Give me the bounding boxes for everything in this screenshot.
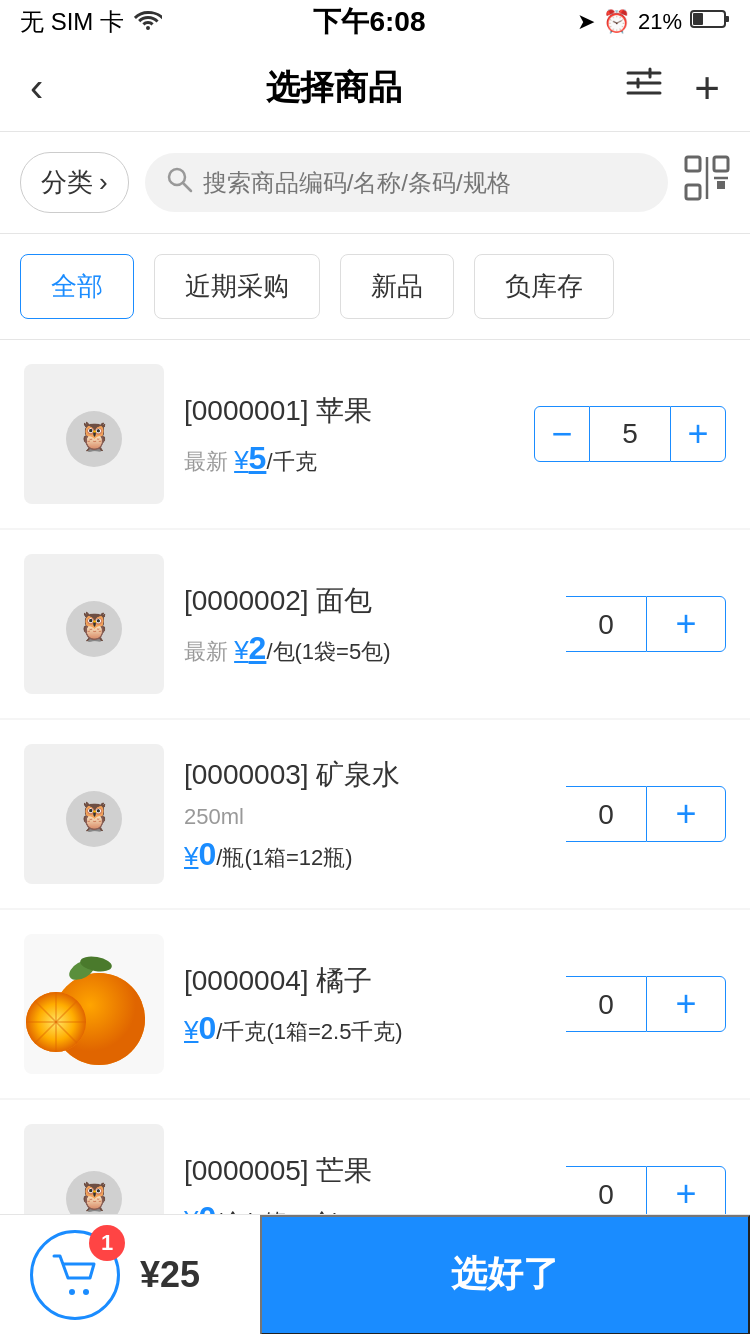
product-image: 🦉 — [24, 364, 164, 504]
quantity-value: 0 — [566, 596, 646, 652]
product-price: 最新 ¥2/包(1袋=5包) — [184, 630, 546, 667]
svg-text:🦉: 🦉 — [77, 800, 112, 833]
quantity-input[interactable] — [590, 406, 670, 462]
product-price: ¥0/千克(1箱=2.5千克) — [184, 1010, 546, 1047]
product-image — [24, 934, 164, 1074]
quantity-control: 0 + — [566, 786, 726, 842]
svg-rect-2 — [725, 16, 729, 22]
quantity-value: 0 — [566, 786, 646, 842]
product-name: [0000004] 橘子 — [184, 962, 546, 1000]
quantity-control: 0 + — [566, 976, 726, 1032]
page-title: 选择商品 — [266, 65, 402, 111]
svg-rect-1 — [693, 13, 703, 25]
product-spec: 250ml — [184, 804, 546, 830]
product-name: [0000002] 面包 — [184, 582, 546, 620]
sim-status: 无 SIM 卡 — [20, 6, 124, 38]
nav-icons: + — [624, 63, 720, 113]
cart-total: ¥25 — [140, 1254, 200, 1296]
svg-point-37 — [69, 1289, 75, 1295]
search-box[interactable] — [145, 153, 668, 212]
category-button[interactable]: 分类 › — [20, 152, 129, 213]
product-info: [0000001] 苹果 最新 ¥5/千克 — [184, 392, 514, 477]
svg-text:🦉: 🦉 — [77, 420, 112, 453]
product-price: 最新 ¥5/千克 — [184, 440, 514, 477]
status-bar: 无 SIM 卡 下午6:08 ➤ ⏰ 21% — [0, 0, 750, 44]
product-item: [0000004] 橘子 ¥0/千克(1箱=2.5千克) 0 + — [0, 910, 750, 1098]
cart-badge: 1 — [89, 1225, 125, 1261]
status-left: 无 SIM 卡 — [20, 6, 162, 38]
filter-icon[interactable] — [624, 65, 664, 110]
quantity-plus-button[interactable]: + — [646, 786, 726, 842]
svg-rect-11 — [714, 157, 728, 171]
add-icon[interactable]: + — [694, 63, 720, 113]
tab-negative-stock[interactable]: 负库存 — [474, 254, 614, 319]
cart-area: 1 ¥25 — [0, 1230, 260, 1320]
product-name: [0000001] 苹果 — [184, 392, 514, 430]
back-button[interactable]: ‹ — [30, 65, 43, 110]
status-right: ➤ ⏰ 21% — [577, 8, 730, 36]
cart-button[interactable]: 1 — [30, 1230, 120, 1320]
wifi-icon — [134, 8, 162, 36]
svg-rect-15 — [717, 181, 725, 189]
product-item: 🦉 [0000003] 矿泉水 250ml ¥0/瓶(1箱=12瓶) 0 + — [0, 720, 750, 908]
product-price: ¥0/瓶(1箱=12瓶) — [184, 836, 546, 873]
search-icon — [165, 165, 193, 200]
bottom-bar: 1 ¥25 选好了 — [0, 1214, 750, 1334]
quantity-plus-button[interactable]: + — [646, 596, 726, 652]
svg-text:🦉: 🦉 — [77, 1180, 112, 1213]
quantity-plus-button[interactable]: + — [646, 976, 726, 1032]
product-name: [0000003] 矿泉水 — [184, 756, 546, 794]
search-input[interactable] — [203, 169, 648, 197]
product-list: 🦉 [0000001] 苹果 最新 ¥5/千克 − + 🦉 [0000002] … — [0, 340, 750, 1334]
tab-all[interactable]: 全部 — [20, 254, 134, 319]
svg-text:🦉: 🦉 — [77, 610, 112, 643]
svg-rect-12 — [686, 185, 700, 199]
status-time: 下午6:08 — [313, 3, 425, 41]
svg-rect-10 — [686, 157, 700, 171]
tab-recent[interactable]: 近期采购 — [154, 254, 320, 319]
product-item: 🦉 [0000002] 面包 最新 ¥2/包(1袋=5包) 0 + — [0, 530, 750, 718]
quantity-plus-button[interactable]: + — [670, 406, 726, 462]
product-image: 🦉 — [24, 744, 164, 884]
alarm-icon: ⏰ — [603, 9, 630, 35]
nav-bar: ‹ 选择商品 + — [0, 44, 750, 132]
quantity-control: 0 + — [566, 596, 726, 652]
product-info: [0000003] 矿泉水 250ml ¥0/瓶(1箱=12瓶) — [184, 756, 546, 873]
tab-bar: 全部 近期采购 新品 负库存 — [0, 234, 750, 340]
product-info: [0000002] 面包 最新 ¥2/包(1袋=5包) — [184, 582, 546, 667]
product-name: [0000005] 芒果 — [184, 1152, 546, 1190]
location-icon: ➤ — [577, 9, 595, 35]
category-label: 分类 — [41, 165, 93, 200]
svg-point-38 — [83, 1289, 89, 1295]
svg-line-9 — [183, 183, 191, 191]
product-info: [0000004] 橘子 ¥0/千克(1箱=2.5千克) — [184, 962, 546, 1047]
tab-new[interactable]: 新品 — [340, 254, 454, 319]
product-item: 🦉 [0000001] 苹果 最新 ¥5/千克 − + — [0, 340, 750, 528]
confirm-button[interactable]: 选好了 — [260, 1215, 750, 1335]
quantity-minus-button[interactable]: − — [534, 406, 590, 462]
quantity-value: 0 — [566, 976, 646, 1032]
battery-icon — [690, 8, 730, 36]
product-image: 🦉 — [24, 554, 164, 694]
scan-icon[interactable] — [684, 155, 730, 210]
quantity-control: − + — [534, 406, 726, 462]
chevron-right-icon: › — [99, 167, 108, 198]
filter-bar: 分类 › — [0, 132, 750, 234]
battery-level: 21% — [638, 9, 682, 35]
